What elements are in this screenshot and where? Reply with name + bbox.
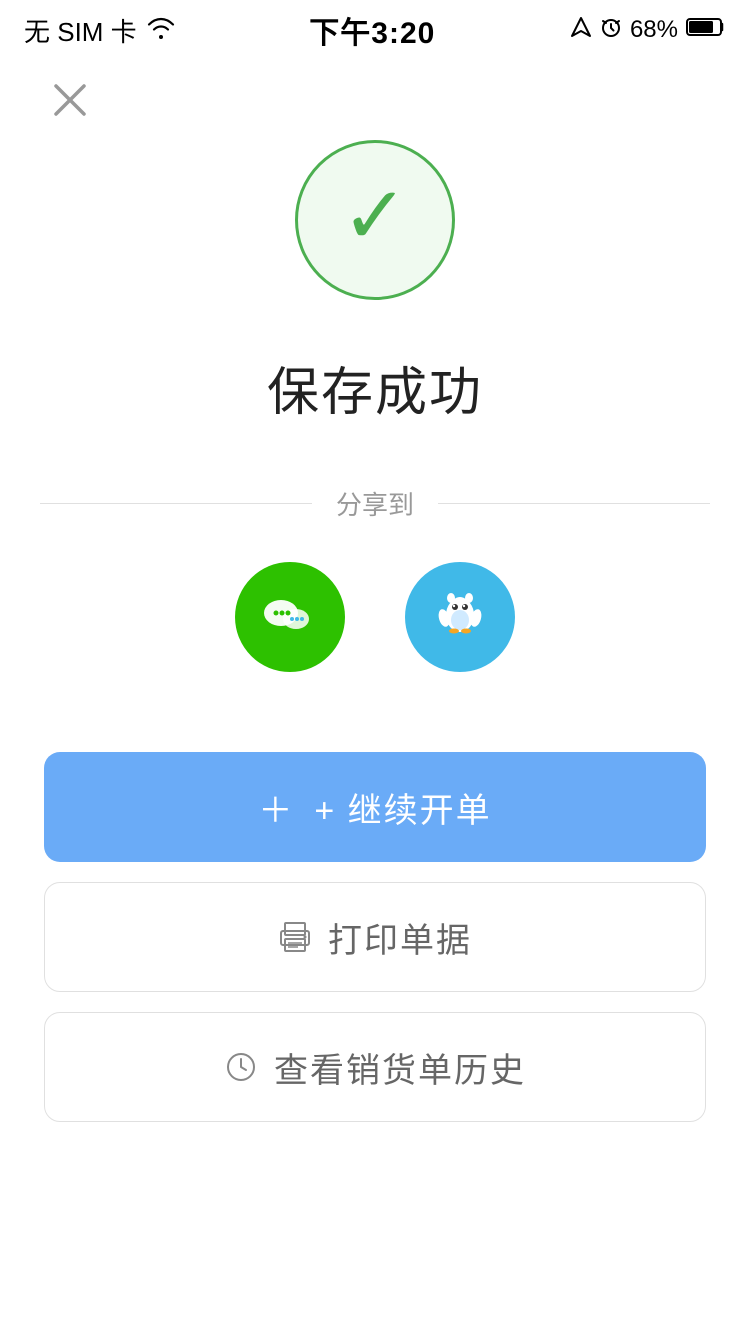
print-icon xyxy=(278,920,312,954)
status-right: 68% xyxy=(570,16,726,45)
wechat-share-button[interactable] xyxy=(235,562,345,672)
continue-order-label: + 继续开单 xyxy=(314,783,491,832)
location-icon xyxy=(570,16,592,45)
history-label: 查看销货单历史 xyxy=(274,1043,526,1092)
share-icons-row xyxy=(235,562,515,672)
battery-icon xyxy=(686,16,726,45)
history-icon xyxy=(224,1050,258,1084)
status-bar: 无 SIM 卡 下午3:20 68% xyxy=(0,0,750,60)
checkmark-icon: ✓ xyxy=(341,176,408,256)
close-button[interactable] xyxy=(40,70,100,130)
plus-icon: ＋ xyxy=(258,783,294,832)
history-button[interactable]: 查看销货单历史 xyxy=(44,1012,706,1122)
divider-row: 分享到 xyxy=(0,485,750,522)
continue-order-button[interactable]: ＋ + 继续开单 xyxy=(44,752,706,862)
share-label: 分享到 xyxy=(312,485,438,522)
qq-share-button[interactable] xyxy=(405,562,515,672)
divider-right xyxy=(438,503,710,504)
alarm-icon xyxy=(600,16,622,45)
no-sim-text: 无 SIM 卡 xyxy=(24,12,137,49)
print-button[interactable]: 打印单据 xyxy=(44,882,706,992)
status-time: 下午3:20 xyxy=(309,8,435,52)
status-left: 无 SIM 卡 xyxy=(24,12,175,49)
main-content: ✓ 保存成功 分享到 xyxy=(0,60,750,1122)
battery-percent: 68% xyxy=(630,16,678,44)
share-section: 分享到 xyxy=(0,485,750,672)
success-icon-circle: ✓ xyxy=(295,140,455,300)
print-label: 打印单据 xyxy=(328,913,472,962)
success-title: 保存成功 xyxy=(267,350,483,425)
wifi-icon xyxy=(147,15,175,46)
action-buttons: ＋ + 继续开单 打印单据 xyxy=(0,752,750,1122)
divider-left xyxy=(40,503,312,504)
